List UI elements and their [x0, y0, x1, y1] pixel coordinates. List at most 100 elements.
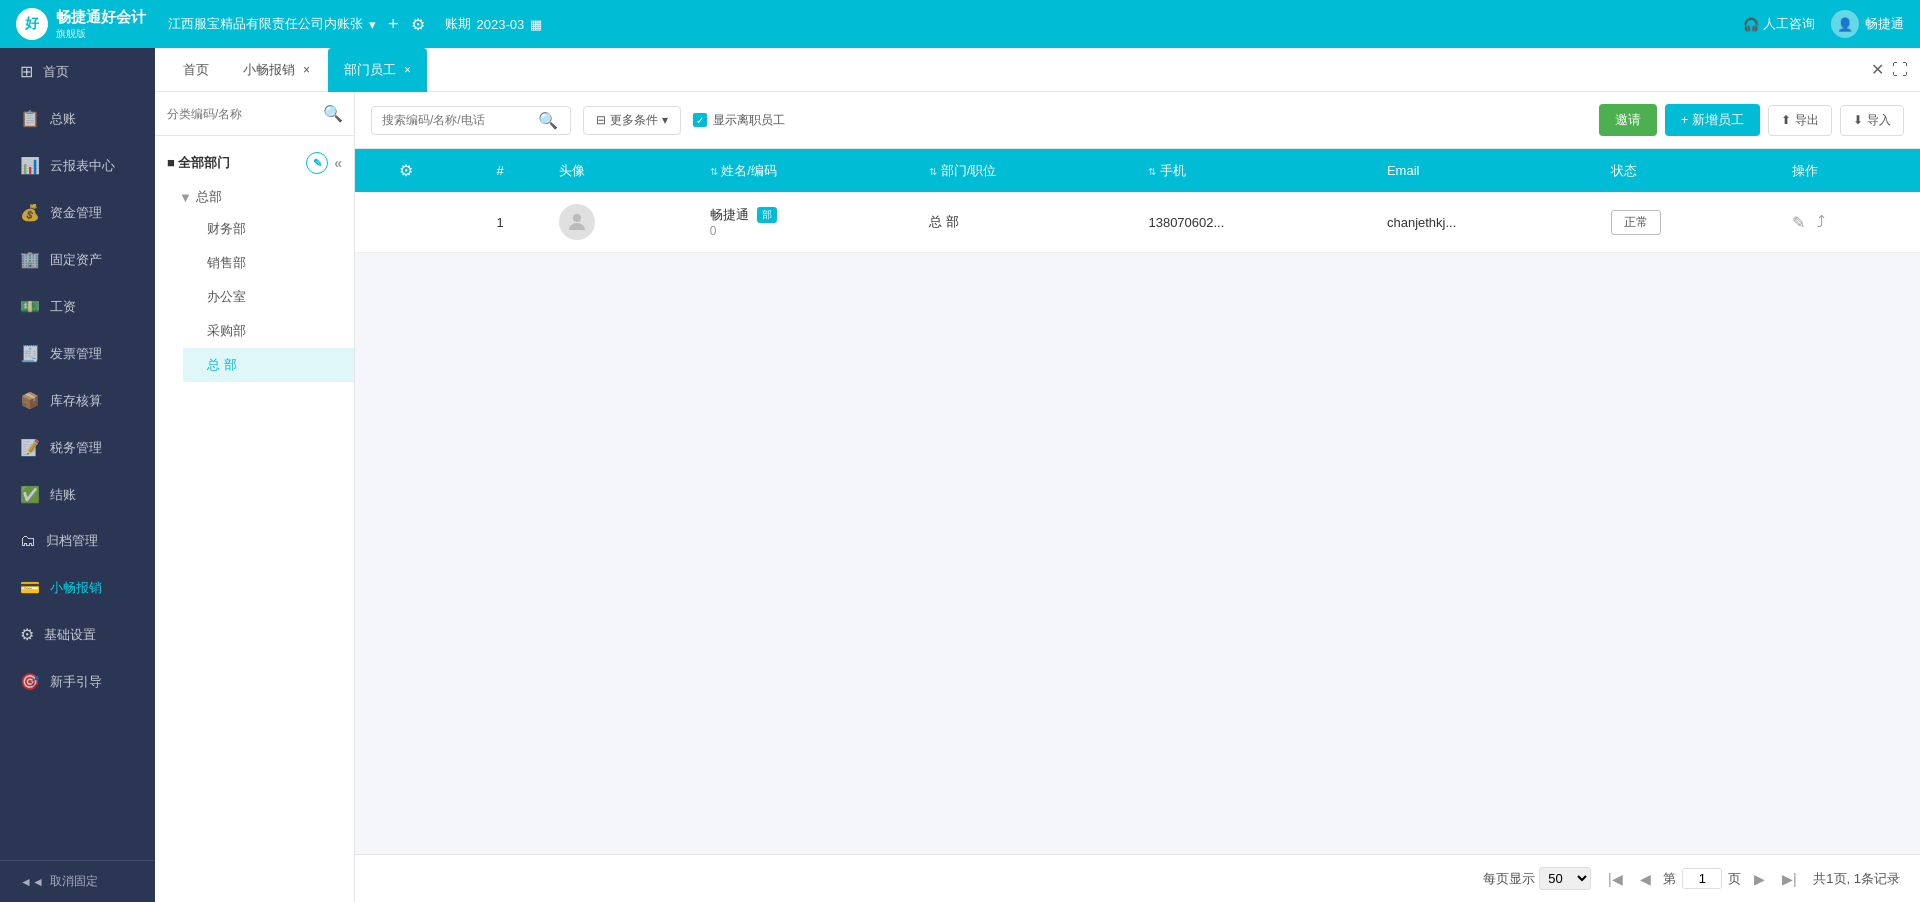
row-gear-cell: [355, 192, 457, 253]
add-icon[interactable]: +: [388, 14, 399, 35]
dept-search-input[interactable]: [167, 107, 317, 121]
show-resigned-checkbox[interactable]: ✓: [693, 113, 707, 127]
dept-item-purchase[interactable]: 采购部: [183, 314, 354, 348]
col-gear[interactable]: ⚙: [355, 149, 457, 192]
tab-xiaochang[interactable]: 小畅报销 ×: [227, 48, 326, 92]
customer-service-label: 人工咨询: [1763, 15, 1815, 33]
dept-collapse-icon[interactable]: «: [334, 155, 342, 171]
header-right: 🎧 人工咨询 👤 畅捷通: [1743, 10, 1904, 38]
close-window-icon[interactable]: ✕: [1871, 60, 1884, 79]
sidebar-label-funds: 资金管理: [50, 204, 102, 222]
tab-xiaochang-close[interactable]: ×: [303, 63, 310, 77]
sidebar: ⊞ 首页 📋 总账 📊 云报表中心 💰 资金管理 🏢 固定资产 💵 工资 🧾 发…: [0, 48, 155, 902]
sidebar-item-guide[interactable]: 🎯 新手引导: [0, 658, 155, 705]
filter-icon: ⊟: [596, 113, 606, 127]
dept-item-general[interactable]: 总 部: [183, 348, 354, 382]
dept-item-office[interactable]: 办公室: [183, 280, 354, 314]
col-dept[interactable]: ⇅ 部门/职位: [913, 149, 1132, 192]
import-label: 导入: [1867, 112, 1891, 129]
table-body: 1: [355, 192, 1920, 253]
sidebar-item-tax[interactable]: 📝 税务管理: [0, 424, 155, 471]
last-page-btn[interactable]: ▶|: [1777, 867, 1801, 891]
tab-dept-close[interactable]: ×: [404, 63, 411, 77]
sidebar-item-checkout[interactable]: ✅ 结账: [0, 471, 155, 518]
search-icon[interactable]: 🔍: [538, 111, 558, 130]
sidebar-item-archive[interactable]: 🗂 归档管理: [0, 518, 155, 564]
basic-icon: ⚙: [20, 625, 34, 644]
inventory-icon: 📦: [20, 391, 40, 410]
logo-area: 好 畅捷通好会计 旗舰版: [16, 8, 156, 41]
logout-icon[interactable]: ⤴: [1817, 213, 1825, 231]
prev-page-btn[interactable]: ◀: [1633, 867, 1657, 891]
all-dept-header[interactable]: ■ 全部部门 ✎ «: [155, 144, 354, 182]
next-page-btn[interactable]: ▶: [1747, 867, 1771, 891]
sidebar-item-funds[interactable]: 💰 资金管理: [0, 189, 155, 236]
svg-point-0: [573, 214, 581, 222]
cancel-pin-btn[interactable]: ◄◄ 取消固定: [0, 860, 155, 902]
search-icon[interactable]: 🔍: [323, 104, 343, 123]
period-value: 2023-03: [477, 17, 525, 32]
row-status-cell: 正常: [1595, 192, 1776, 253]
col-actions-label: 操作: [1792, 163, 1818, 178]
dept-item-sales[interactable]: 销售部: [183, 246, 354, 280]
per-page-select[interactable]: 50 20 100: [1539, 867, 1591, 890]
user-info[interactable]: 👤 畅捷通: [1831, 10, 1904, 38]
sort-phone-icon: ⇅: [1148, 166, 1156, 177]
filter-more-btn[interactable]: ⊟ 更多条件 ▾: [583, 106, 681, 135]
tab-dept-employee[interactable]: 部门员工 ×: [328, 48, 427, 92]
tax-icon: 📝: [20, 438, 40, 457]
add-employee-button[interactable]: + 新增员工: [1665, 104, 1760, 136]
company-selector[interactable]: 江西服宝精品有限责任公司内账张 ▾: [168, 15, 376, 33]
username: 畅捷通: [1865, 15, 1904, 33]
col-name[interactable]: ⇅ 姓名/编码: [694, 149, 913, 192]
sidebar-label-home: 首页: [43, 63, 69, 81]
dept-item-finance[interactable]: 财务部: [183, 212, 354, 246]
first-page-btn[interactable]: |◀: [1603, 867, 1627, 891]
content-area: 首页 小畅报销 × 部门员工 × ✕ ⛶ 🔍: [155, 48, 1920, 902]
home-icon: ⊞: [20, 62, 33, 81]
sidebar-item-home[interactable]: ⊞ 首页: [0, 48, 155, 95]
status-badge: 正常: [1611, 210, 1661, 235]
sidebar-item-salary[interactable]: 💵 工资: [0, 283, 155, 330]
invite-button[interactable]: 邀请: [1599, 104, 1657, 136]
per-page-label: 每页显示: [1483, 870, 1535, 888]
page-number-input[interactable]: [1682, 868, 1722, 889]
employee-badge: 部: [757, 207, 777, 223]
sidebar-label-tax: 税务管理: [50, 439, 102, 457]
sort-name-icon: ⇅: [710, 166, 718, 177]
tab-home[interactable]: 首页: [167, 48, 225, 92]
dept-general-label: 总部: [196, 188, 222, 206]
edit-icon[interactable]: ✎: [1792, 213, 1805, 232]
column-settings-icon[interactable]: ⚙: [399, 161, 413, 180]
col-name-label: 姓名/编码: [721, 163, 777, 178]
sidebar-item-fixed-assets[interactable]: 🏢 固定资产: [0, 236, 155, 283]
sidebar-item-basic[interactable]: ⚙ 基础设置: [0, 611, 155, 658]
sidebar-item-reports[interactable]: 📊 云报表中心: [0, 142, 155, 189]
export-button[interactable]: ⬆ 导出: [1768, 105, 1832, 136]
sidebar-item-general-ledger[interactable]: 📋 总账: [0, 95, 155, 142]
col-email-label: Email: [1387, 163, 1420, 178]
user-avatar: 👤: [1831, 10, 1859, 38]
employee-search-input[interactable]: [382, 113, 532, 127]
calendar-icon[interactable]: ▦: [530, 17, 542, 32]
show-resigned-toggle[interactable]: ✓ 显示离职员工: [693, 112, 785, 129]
top-header: 好 畅捷通好会计 旗舰版 江西服宝精品有限责任公司内账张 ▾ + ⚙ 账期 20…: [0, 0, 1920, 48]
row-actions-cell: ✎ ⤴: [1776, 192, 1920, 253]
maximize-icon[interactable]: ⛶: [1892, 61, 1908, 79]
employee-table: ⚙ # 头像 ⇅ 姓名/编码: [355, 149, 1920, 253]
sort-dept-icon: ⇅: [929, 166, 937, 177]
col-actions: 操作: [1776, 149, 1920, 192]
settings-icon[interactable]: ⚙: [411, 15, 425, 34]
dept-item-sales-label: 销售部: [207, 255, 246, 270]
sidebar-item-xiaochang[interactable]: 💳 小畅报销: [0, 564, 155, 611]
col-phone[interactable]: ⇅ 手机: [1132, 149, 1371, 192]
import-button[interactable]: ⬇ 导入: [1840, 105, 1904, 136]
sidebar-item-invoice[interactable]: 🧾 发票管理: [0, 330, 155, 377]
dept-parent-general[interactable]: ▼ 总部: [167, 182, 354, 212]
sidebar-label-general-ledger: 总账: [50, 110, 76, 128]
customer-service-btn[interactable]: 🎧 人工咨询: [1743, 15, 1815, 33]
expand-icon: ▼: [179, 190, 192, 205]
dept-edit-icon[interactable]: ✎: [306, 152, 328, 174]
sidebar-item-inventory[interactable]: 📦 库存核算: [0, 377, 155, 424]
employee-dept: 总 部: [929, 214, 959, 229]
